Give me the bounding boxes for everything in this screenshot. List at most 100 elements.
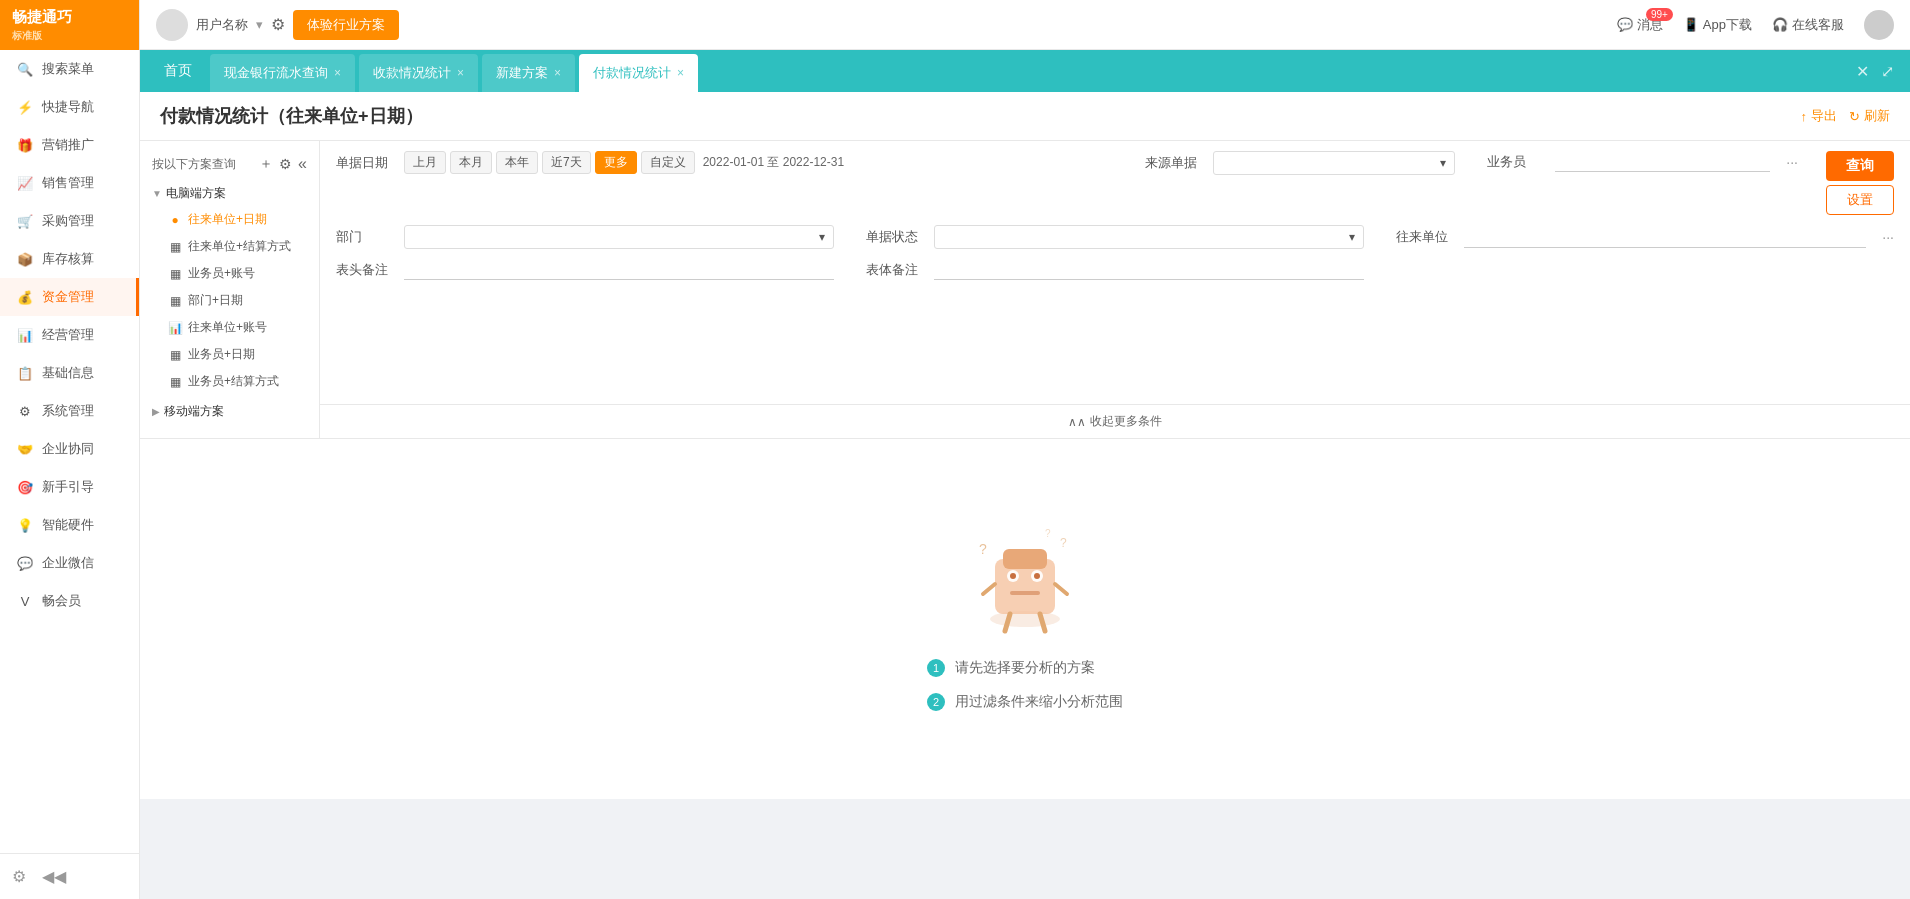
date-opt-thismonth[interactable]: 本月 xyxy=(450,151,492,174)
refresh-btn[interactable]: ↻ 刷新 xyxy=(1849,107,1890,125)
sidebar-item-system[interactable]: ⚙系统管理 xyxy=(0,392,139,430)
date-opt-thisyear[interactable]: 本年 xyxy=(496,151,538,174)
scheme-item-salesman-settle[interactable]: ▦ 业务员+结算方式 xyxy=(140,368,319,395)
scheme-settings-icon[interactable]: ⚙ xyxy=(279,156,292,172)
app-download-label: App下载 xyxy=(1703,16,1752,34)
sidebar-item-inventory[interactable]: 📦库存核算 xyxy=(0,240,139,278)
scheme-item-partner-account[interactable]: 📊 往来单位+账号 xyxy=(140,314,319,341)
mobile-arrow-icon: ▶ xyxy=(152,406,160,417)
date-opt-custom[interactable]: 自定义 xyxy=(641,151,695,174)
svg-rect-2 xyxy=(1003,549,1047,569)
sidebar-item-basic-info[interactable]: 📋基础信息 xyxy=(0,354,139,392)
tab-receipt-stat-close[interactable]: × xyxy=(457,66,464,80)
sidebar-item-smart-hw[interactable]: 💡智能硬件 xyxy=(0,506,139,544)
partner-filter-item: 往来单位 ··· xyxy=(1396,227,1894,248)
empty-hints: 1 请先选择要分析的方案 2 用过滤条件来缩小分析范围 xyxy=(927,659,1123,719)
sidebar-item-quick-nav[interactable]: ⚡快捷导航 xyxy=(0,88,139,126)
scheme-item-dept-date[interactable]: ▦ 部门+日期 xyxy=(140,287,319,314)
scheme-desktop-title[interactable]: ▼ 电脑端方案 xyxy=(140,181,319,206)
scheme-item-label: 业务员+结算方式 xyxy=(188,373,279,390)
sidebar-footer: ⚙ ◀◀ xyxy=(0,853,139,899)
scheme-icon-4: ▦ xyxy=(168,294,182,308)
sidebar-item-guide[interactable]: 🎯新手引导 xyxy=(0,468,139,506)
messages-action[interactable]: 💬 消息 99+ xyxy=(1617,16,1663,34)
refresh-icon: ↻ xyxy=(1849,109,1860,124)
window-close-icon[interactable]: ✕ xyxy=(1856,62,1869,81)
tab-new-scheme[interactable]: 新建方案 × xyxy=(482,54,575,92)
export-btn[interactable]: ↑ 导出 xyxy=(1801,107,1838,125)
source-select-arrow: ▾ xyxy=(1440,156,1446,170)
page-content: 付款情况统计（往来单位+日期） ↑ 导出 ↻ 刷新 按以下方案查询 ＋ xyxy=(140,92,1910,899)
app-download-action[interactable]: 📱 App下载 xyxy=(1683,16,1752,34)
date-opt-7days[interactable]: 近7天 xyxy=(542,151,591,174)
sidebar-item-marketing[interactable]: 🎁营销推广 xyxy=(0,126,139,164)
hint-text-1: 请先选择要分析的方案 xyxy=(955,659,1095,675)
body-note-input[interactable] xyxy=(934,259,1364,280)
tab-bank-flow[interactable]: 现金银行流水查询 × xyxy=(210,54,355,92)
tab-payment-stat[interactable]: 付款情况统计 × xyxy=(579,54,698,92)
sidebar-item-operation[interactable]: 📊经营管理 xyxy=(0,316,139,354)
salesman-input[interactable] xyxy=(1555,151,1770,172)
trial-btn[interactable]: 体验行业方案 xyxy=(293,10,399,40)
header-note-input[interactable] xyxy=(404,259,834,280)
docstatus-select[interactable]: ▾ xyxy=(934,225,1364,249)
sidebar-item-vip[interactable]: V畅会员 xyxy=(0,582,139,620)
filter-right: 单据日期 上月 本月 本年 近7天 更多 自定义 2022-01-01 至 20… xyxy=(320,141,1910,438)
scheme-item-label: 部门+日期 xyxy=(188,292,243,309)
partner-dots[interactable]: ··· xyxy=(1882,229,1894,245)
query-btn[interactable]: 查询 xyxy=(1826,151,1894,181)
footer-settings-icon[interactable]: ⚙ xyxy=(12,867,26,886)
online-service-action[interactable]: 🎧 在线客服 xyxy=(1772,16,1844,34)
scheme-item-salesman-date[interactable]: ▦ 业务员+日期 xyxy=(140,341,319,368)
top-header: 用户名称 ▾ ⚙ 体验行业方案 💬 消息 99+ 📱 App下载 🎧 在线客服 xyxy=(140,0,1910,50)
sidebar-icon-quick-nav: ⚡ xyxy=(16,98,34,116)
sidebar-item-search-menu[interactable]: 🔍搜索菜单 xyxy=(0,50,139,88)
settings-btn[interactable]: 设置 xyxy=(1826,185,1894,215)
scheme-mobile-title[interactable]: ▶ 移动端方案 xyxy=(140,399,319,424)
scheme-item-label: 往来单位+结算方式 xyxy=(188,238,291,255)
sidebar-item-sales[interactable]: 📈销售管理 xyxy=(0,164,139,202)
svg-point-6 xyxy=(1034,573,1040,579)
tab-home[interactable]: 首页 xyxy=(148,50,208,92)
hint-num-1: 1 xyxy=(927,659,945,677)
svg-line-9 xyxy=(1055,584,1067,594)
scheme-item-partner-date[interactable]: ● 往来单位+日期 xyxy=(140,206,319,233)
docstatus-filter-item: 单据状态 ▾ xyxy=(866,225,1364,249)
tab-bank-flow-close[interactable]: × xyxy=(334,66,341,80)
svg-text:?: ? xyxy=(979,541,987,557)
sidebar-item-wechat[interactable]: 💬企业微信 xyxy=(0,544,139,582)
app-icon: 📱 xyxy=(1683,17,1699,32)
sidebar-icon-sales: 📈 xyxy=(16,174,34,192)
dept-select[interactable]: ▾ xyxy=(404,225,834,249)
sidebar-item-capital[interactable]: 💰资金管理 xyxy=(0,278,139,316)
sidebar-item-label-vip: 畅会员 xyxy=(42,592,81,610)
sidebar-icon-system: ⚙ xyxy=(16,402,34,420)
scheme-add-icon[interactable]: ＋ xyxy=(259,155,273,173)
date-opt-more[interactable]: 更多 xyxy=(595,151,637,174)
footer-collapse-icon[interactable]: ◀◀ xyxy=(42,867,66,886)
scheme-collapse-icon[interactable]: « xyxy=(298,155,307,173)
sidebar-logo: 畅捷通巧 标准版 xyxy=(0,0,139,50)
salesman-dots[interactable]: ··· xyxy=(1786,154,1798,170)
sidebar-item-label-operation: 经营管理 xyxy=(42,326,94,344)
header-dropdown-icon[interactable]: ▾ xyxy=(256,17,263,32)
date-opt-lastmonth[interactable]: 上月 xyxy=(404,151,446,174)
tab-new-scheme-close[interactable]: × xyxy=(554,66,561,80)
scheme-item-salesman-account[interactable]: ▦ 业务员+账号 xyxy=(140,260,319,287)
tab-payment-stat-close[interactable]: × xyxy=(677,66,684,80)
user-avatar[interactable] xyxy=(1864,10,1894,40)
tab-bank-flow-label: 现金银行流水查询 xyxy=(224,64,328,82)
sidebar-item-enterprise[interactable]: 🤝企业协同 xyxy=(0,430,139,468)
partner-input[interactable] xyxy=(1464,227,1866,248)
page-actions: ↑ 导出 ↻ 刷新 xyxy=(1801,107,1891,125)
header-settings-icon[interactable]: ⚙ xyxy=(271,15,285,34)
desktop-arrow-icon: ▼ xyxy=(152,188,162,199)
window-maximize-icon[interactable]: ⤢ xyxy=(1881,62,1894,81)
collapse-btn[interactable]: ∧∧ 收起更多条件 xyxy=(320,404,1910,438)
sidebar-item-purchase[interactable]: 🛒采购管理 xyxy=(0,202,139,240)
tab-receipt-stat[interactable]: 收款情况统计 × xyxy=(359,54,478,92)
empty-illustration: ? ? ? xyxy=(965,519,1085,639)
scheme-item-partner-settle[interactable]: ▦ 往来单位+结算方式 xyxy=(140,233,319,260)
sidebar-icon-marketing: 🎁 xyxy=(16,136,34,154)
source-select[interactable]: ▾ xyxy=(1213,151,1456,175)
